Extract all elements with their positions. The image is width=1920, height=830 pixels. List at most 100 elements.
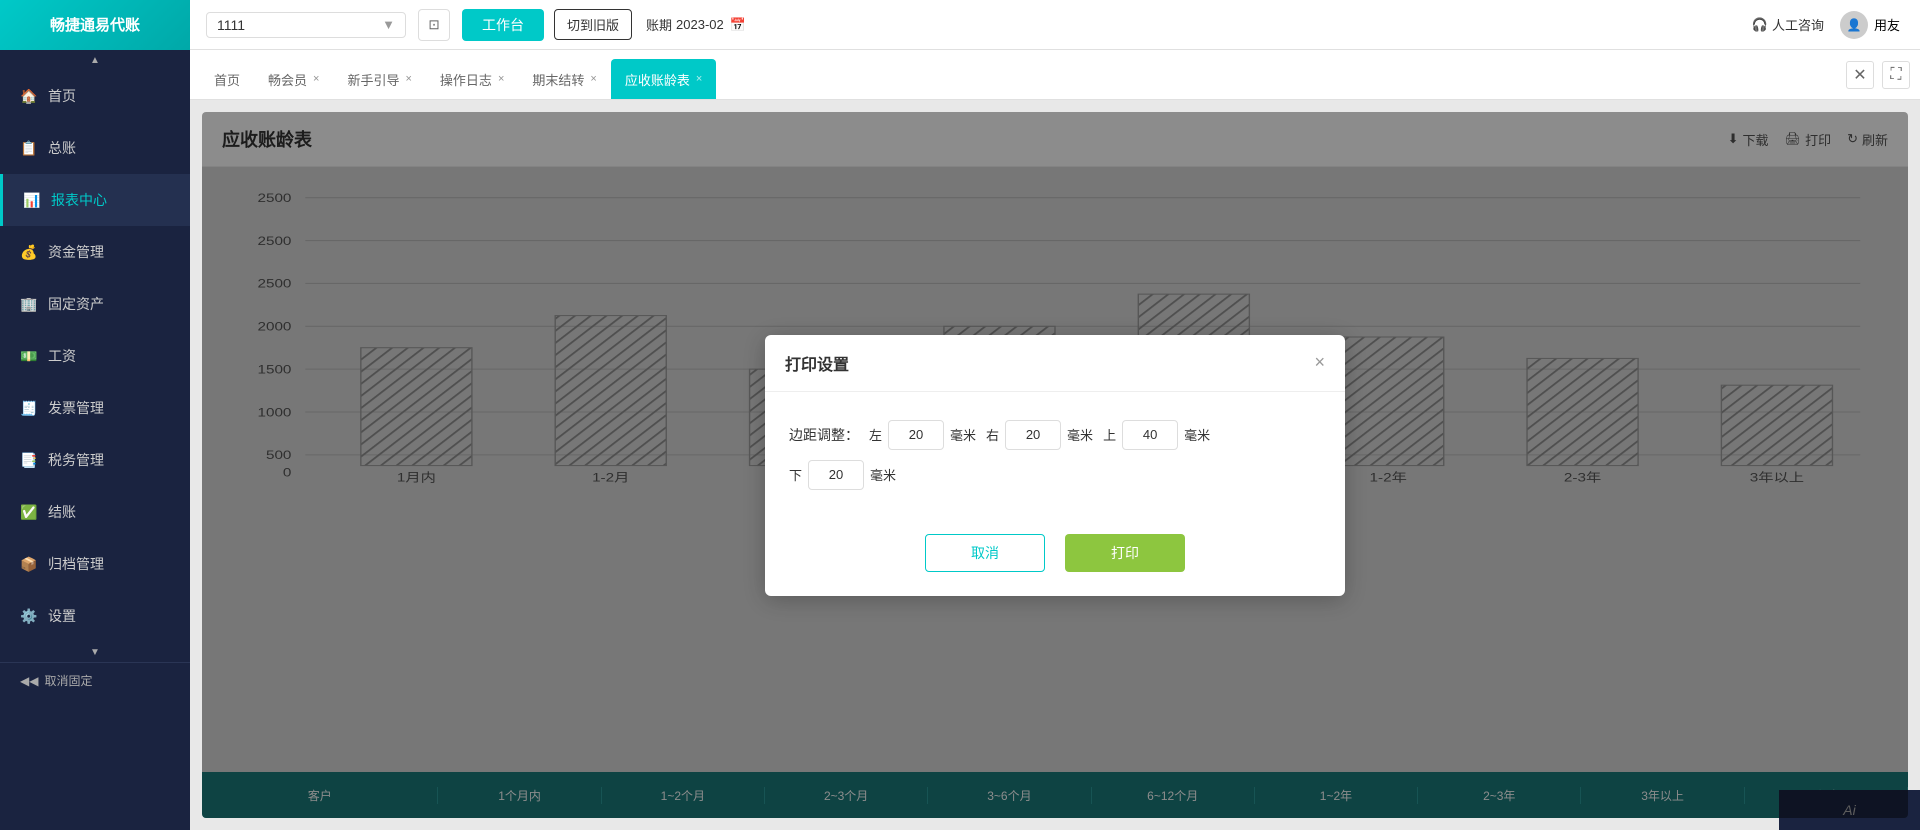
margin-right-input[interactable] xyxy=(1005,420,1061,450)
company-name: 1111 xyxy=(217,17,374,33)
sidebar-label-salary: 工资 xyxy=(48,346,76,366)
settings-icon: ⚙️ xyxy=(20,607,38,625)
tab-home[interactable]: 首页 xyxy=(200,59,254,99)
user-area[interactable]: 👤 用友 xyxy=(1840,11,1900,39)
sidebar-label-home: 首页 xyxy=(48,86,76,106)
sidebar-label-tax: 税务管理 xyxy=(48,450,104,470)
main-layout: ▲ 🏠 首页 📋 总账 📊 报表中心 💰 资金管理 🏢 固定资产 💵 工资 🧾 … xyxy=(0,50,1920,830)
margin-left-dir: 左 xyxy=(869,425,882,444)
margin-row: 边距调整： 左 毫米 右 毫米 xyxy=(789,420,1321,490)
invoice-icon: 🧾 xyxy=(20,399,38,417)
dialog-header: 打印设置 × xyxy=(765,335,1345,392)
copy-icon: ⊡ xyxy=(428,17,439,33)
sidebar: ▲ 🏠 首页 📋 总账 📊 报表中心 💰 资金管理 🏢 固定资产 💵 工资 🧾 … xyxy=(0,50,190,830)
salary-icon: 💵 xyxy=(20,347,38,365)
sidebar-item-assets[interactable]: 🏢 固定资产 xyxy=(0,278,190,330)
tab-member-close[interactable]: × xyxy=(313,73,319,85)
margin-bottom-input[interactable] xyxy=(808,460,864,490)
calendar-icon[interactable]: 📅 xyxy=(730,17,746,33)
sidebar-item-home[interactable]: 🏠 首页 xyxy=(0,70,190,122)
tab-period-end-label: 期末结转 xyxy=(532,70,584,89)
workbench-button[interactable]: 工作台 xyxy=(462,9,544,41)
sidebar-label-settings: 设置 xyxy=(48,606,76,626)
archive-icon: 📦 xyxy=(20,555,38,573)
sidebar-label-invoice: 发票管理 xyxy=(48,398,104,418)
modal-overlay: 打印设置 × 边距调整： 左 毫米 xyxy=(202,112,1908,818)
header-right: 🎧 人工咨询 👤 用友 xyxy=(1752,11,1920,39)
tab-close-all-button[interactable]: ✕ xyxy=(1846,61,1874,89)
sidebar-item-settings[interactable]: ⚙️ 设置 xyxy=(0,590,190,642)
funds-icon: 💰 xyxy=(20,243,38,261)
tab-guide-label: 新手引导 xyxy=(347,70,399,89)
collapse-icon: ◀◀ xyxy=(20,674,38,688)
tab-member-label: 畅会员 xyxy=(268,70,307,89)
tab-aging-label: 应收账龄表 xyxy=(625,70,690,89)
margin-top-input[interactable] xyxy=(1122,420,1178,450)
tab-period-end[interactable]: 期末结转 × xyxy=(518,59,610,99)
company-selector[interactable]: 1111 ▼ xyxy=(206,12,406,38)
sidebar-collapse-button[interactable]: ◀◀ 取消固定 xyxy=(0,662,190,698)
margin-right-group: 右 毫米 xyxy=(986,420,1093,450)
tab-guide[interactable]: 新手引导 × xyxy=(333,59,425,99)
dropdown-icon: ▼ xyxy=(382,17,395,32)
sidebar-label-checkout: 结账 xyxy=(48,502,76,522)
ledger-icon: 📋 xyxy=(20,139,38,157)
tab-oplog-label: 操作日志 xyxy=(440,70,492,89)
margin-left-input[interactable] xyxy=(888,420,944,450)
margin-bottom-dir: 下 xyxy=(789,465,802,484)
print-dialog: 打印设置 × 边距调整： 左 毫米 xyxy=(765,335,1345,596)
print-button[interactable]: 打印 xyxy=(1065,534,1185,572)
tab-oplog-close[interactable]: × xyxy=(498,73,504,85)
cancel-button[interactable]: 取消 xyxy=(925,534,1045,572)
header-left: 1111 ▼ ⊡ 工作台 切到旧版 账期 2023-02 📅 xyxy=(190,9,1752,41)
consult-label: 人工咨询 xyxy=(1772,15,1824,34)
sidebar-label-ledger: 总账 xyxy=(48,138,76,158)
collapse-label: 取消固定 xyxy=(44,672,92,689)
tab-member[interactable]: 畅会员 × xyxy=(254,59,333,99)
sidebar-scroll-down[interactable]: ▼ xyxy=(0,642,190,662)
sidebar-item-reports[interactable]: 📊 报表中心 xyxy=(0,174,190,226)
dialog-footer: 取消 打印 xyxy=(765,518,1345,596)
dialog-body: 边距调整： 左 毫米 右 毫米 xyxy=(765,392,1345,518)
consult-button[interactable]: 🎧 人工咨询 xyxy=(1752,15,1824,34)
checkout-icon: ✅ xyxy=(20,503,38,521)
switch-old-button[interactable]: 切到旧版 xyxy=(554,9,632,40)
tab-aging[interactable]: 应收账龄表 × xyxy=(611,59,716,99)
sidebar-item-funds[interactable]: 💰 资金管理 xyxy=(0,226,190,278)
dialog-close-button[interactable]: × xyxy=(1314,352,1325,373)
page-content: 应收账龄表 ⬇ 下载 🖨 打印 ↻ 刷新 xyxy=(190,100,1920,830)
margin-label: 边距调整： xyxy=(789,425,859,445)
sidebar-item-ledger[interactable]: 📋 总账 xyxy=(0,122,190,174)
sidebar-label-reports: 报表中心 xyxy=(51,190,107,210)
content-area: 首页 畅会员 × 新手引导 × 操作日志 × 期末结转 × 应收账龄表 × xyxy=(190,50,1920,830)
headphone-icon: 🎧 xyxy=(1752,17,1768,33)
margin-left-group: 左 毫米 xyxy=(869,420,976,450)
sidebar-item-archive[interactable]: 📦 归档管理 xyxy=(0,538,190,590)
assets-icon: 🏢 xyxy=(20,295,38,313)
copy-button[interactable]: ⊡ xyxy=(418,9,450,41)
margin-top-group: 上 毫米 xyxy=(1103,420,1210,450)
page-inner: 应收账龄表 ⬇ 下载 🖨 打印 ↻ 刷新 xyxy=(202,112,1908,818)
tab-home-label: 首页 xyxy=(214,70,240,89)
dialog-title: 打印设置 xyxy=(785,351,849,375)
sidebar-item-tax[interactable]: 📑 税务管理 xyxy=(0,434,190,486)
tab-period-end-close[interactable]: × xyxy=(590,73,596,85)
tabs-actions: ✕ ⛶ xyxy=(1846,61,1910,89)
margin-top-unit: 毫米 xyxy=(1184,425,1210,444)
tab-guide-close[interactable]: × xyxy=(405,73,411,85)
sidebar-item-salary[interactable]: 💵 工资 xyxy=(0,330,190,382)
logo-area: 畅捷通易代账 xyxy=(0,0,190,50)
margin-left-unit: 毫米 xyxy=(950,425,976,444)
period-label: 账期 xyxy=(646,15,672,34)
home-icon: 🏠 xyxy=(20,87,38,105)
sidebar-item-checkout[interactable]: ✅ 结账 xyxy=(0,486,190,538)
margin-top-dir: 上 xyxy=(1103,425,1116,444)
tax-icon: 📑 xyxy=(20,451,38,469)
tab-aging-close[interactable]: × xyxy=(696,73,702,85)
sidebar-item-invoice[interactable]: 🧾 发票管理 xyxy=(0,382,190,434)
logo-text: 畅捷通易代账 xyxy=(50,14,140,35)
sidebar-scroll-up[interactable]: ▲ xyxy=(0,50,190,70)
tab-maximize-button[interactable]: ⛶ xyxy=(1882,61,1910,89)
sidebar-label-assets: 固定资产 xyxy=(48,294,104,314)
tab-oplog[interactable]: 操作日志 × xyxy=(426,59,518,99)
